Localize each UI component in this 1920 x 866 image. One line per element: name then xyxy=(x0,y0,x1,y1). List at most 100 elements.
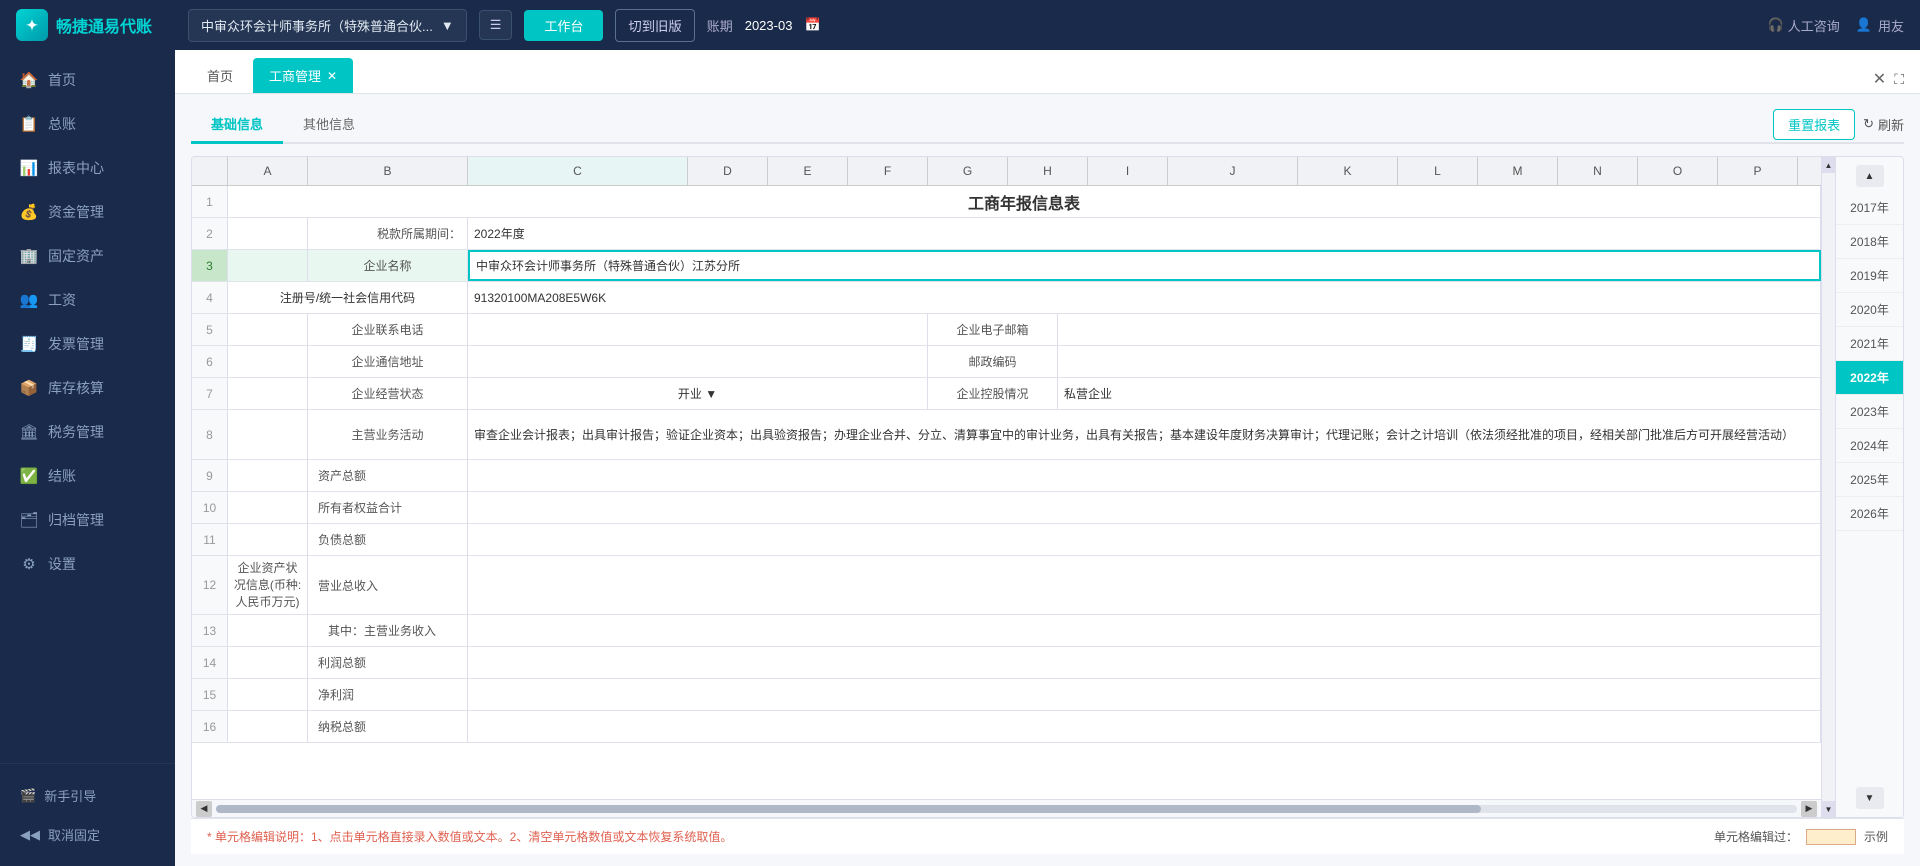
cell-7-k[interactable]: 私营企业 xyxy=(1058,378,1821,409)
col-header-m[interactable]: M xyxy=(1478,157,1558,185)
cell-16-c[interactable] xyxy=(468,711,1821,742)
cell-4-c[interactable]: 91320100MA208E5W6K xyxy=(468,282,1821,313)
sidebar-item-label: 固定资产 xyxy=(48,246,104,266)
cell-12-c[interactable] xyxy=(468,556,1821,614)
col-header-e[interactable]: E xyxy=(768,157,848,185)
year-item-2021[interactable]: 2021年 xyxy=(1836,327,1903,361)
col-header-n[interactable]: N xyxy=(1558,157,1638,185)
col-header-j[interactable]: J xyxy=(1168,157,1298,185)
h-scroll-thumb[interactable] xyxy=(216,805,1481,813)
cell-6-k[interactable] xyxy=(1058,346,1821,377)
user-info[interactable]: 👤 用友 xyxy=(1856,16,1904,35)
window-maximize-icon[interactable]: ⛶ xyxy=(1894,71,1904,88)
h-scroll-track[interactable] xyxy=(216,805,1797,813)
sidebar-item-close[interactable]: ✅ 结账 xyxy=(0,454,175,498)
row-num-5: 5 xyxy=(192,314,228,345)
col-header-a[interactable]: A xyxy=(228,157,308,185)
v-scroll-track[interactable] xyxy=(1822,173,1835,801)
col-header-q[interactable]: Q xyxy=(1798,157,1821,185)
sidebar-item-unpin[interactable]: ◀◀ 取消固定 xyxy=(0,815,175,854)
year-item-2025[interactable]: 2025年 xyxy=(1836,463,1903,497)
col-header-l[interactable]: L xyxy=(1398,157,1478,185)
company-selector[interactable]: 中审众环会计师事务所（特殊普通合伙... ▼ xyxy=(188,9,467,42)
h-scroll-right-button[interactable]: ▶ xyxy=(1801,801,1817,817)
sidebar-item-settings[interactable]: ⚙ 设置 xyxy=(0,542,175,586)
col-header-o[interactable]: O xyxy=(1638,157,1718,185)
sidebar-item-ledger[interactable]: 📋 总账 xyxy=(0,102,175,146)
tab-close-icon[interactable]: ✕ xyxy=(327,69,337,83)
col-header-g[interactable]: G xyxy=(928,157,1008,185)
h-scroll-left-button[interactable]: ◀ xyxy=(196,801,212,817)
cell-5-k[interactable] xyxy=(1058,314,1821,345)
headset-icon: 🎧 xyxy=(1768,17,1784,33)
year-item-2024[interactable]: 2024年 xyxy=(1836,429,1903,463)
cell-14-b: 利润总额 xyxy=(308,647,468,678)
support-button[interactable]: 🎧 人工咨询 xyxy=(1768,16,1840,35)
col-header-p[interactable]: P xyxy=(1718,157,1798,185)
year-panel-down-arrow[interactable]: ▼ xyxy=(1856,787,1884,809)
sidebar: 🏠 首页 📋 总账 📊 报表中心 💰 资金管理 🏢 固定资产 👥 工资 xyxy=(0,50,175,866)
table-row: 12 企业资产状况信息(币种: 人民币万元) 营业总收入 xyxy=(192,556,1821,615)
sub-tab-basic[interactable]: 基础信息 xyxy=(191,106,283,144)
unpin-icon: ◀◀ xyxy=(20,827,40,843)
col-header-b[interactable]: B xyxy=(308,157,468,185)
col-header-d[interactable]: D xyxy=(688,157,768,185)
sidebar-footer-label: 新手引导 xyxy=(44,786,96,805)
year-item-2017[interactable]: 2017年 xyxy=(1836,191,1903,225)
sidebar-item-fund[interactable]: 💰 资金管理 xyxy=(0,190,175,234)
sub-tab-other[interactable]: 其他信息 xyxy=(283,106,375,144)
table-body: 1 工商年报信息表 2 税款所属期间： 2022年度 xyxy=(192,186,1821,799)
user-label: 用友 xyxy=(1878,16,1904,35)
year-item-2020[interactable]: 2020年 xyxy=(1836,293,1903,327)
year-panel-up-arrow[interactable]: ▲ xyxy=(1856,165,1884,187)
cell-12-a: 企业资产状况信息(币种: 人民币万元) xyxy=(228,556,308,614)
year-item-2023[interactable]: 2023年 xyxy=(1836,395,1903,429)
reset-report-button[interactable]: 重置报表 xyxy=(1773,109,1855,140)
cell-10-c[interactable] xyxy=(468,492,1821,523)
col-header-i[interactable]: I xyxy=(1088,157,1168,185)
refresh-button[interactable]: ↻ 刷新 xyxy=(1863,109,1904,140)
sidebar-item-inventory[interactable]: 📦 库存核算 xyxy=(0,366,175,410)
col-header-k[interactable]: K xyxy=(1298,157,1398,185)
cell-6-c[interactable] xyxy=(468,346,928,377)
year-item-2019[interactable]: 2019年 xyxy=(1836,259,1903,293)
sidebar-item-home[interactable]: 🏠 首页 xyxy=(0,58,175,102)
col-header-f[interactable]: F xyxy=(848,157,928,185)
cell-7-c[interactable]: 开业 ▼ xyxy=(468,378,928,409)
tab-home[interactable]: 首页 xyxy=(191,58,249,93)
cell-8-b: 主营业务活动 xyxy=(308,410,468,459)
cell-14-c[interactable] xyxy=(468,647,1821,678)
v-scroll-down-button[interactable]: ▼ xyxy=(1822,801,1835,817)
cell-8-c[interactable]: 审查企业会计报表；出具审计报告；验证企业资本；出具验资报告；办理企业合并、分立、… xyxy=(468,410,1821,459)
year-item-2026[interactable]: 2026年 xyxy=(1836,497,1903,531)
col-header-h[interactable]: H xyxy=(1008,157,1088,185)
window-close-icon[interactable]: ✕ xyxy=(1873,69,1886,89)
calendar-icon[interactable]: 📅 xyxy=(804,17,820,33)
sidebar-item-report[interactable]: 📊 报表中心 xyxy=(0,146,175,190)
v-scroll-up-button[interactable]: ▲ xyxy=(1822,157,1835,173)
workbench-button[interactable]: 工作台 xyxy=(524,10,603,41)
sidebar-item-tax[interactable]: 🏛 税务管理 xyxy=(0,410,175,454)
tab-gsgly[interactable]: 工商管理 ✕ xyxy=(253,58,353,93)
sidebar-item-guide[interactable]: 🎬 新手引导 xyxy=(0,776,175,815)
cell-15-c[interactable] xyxy=(468,679,1821,710)
row-num-2: 2 xyxy=(192,218,228,249)
sidebar-item-archive[interactable]: 🗂 归档管理 xyxy=(0,498,175,542)
cell-13-c[interactable] xyxy=(468,615,1821,646)
cell-3-c[interactable]: 中审众环会计师事务所（特殊普通合伙）江苏分所 xyxy=(468,250,1821,281)
table-row: 16 纳税总额 xyxy=(192,711,1821,743)
logo-icon: ✦ xyxy=(16,9,48,41)
col-header-c[interactable]: C xyxy=(468,157,688,185)
cell-9-c[interactable] xyxy=(468,460,1821,491)
year-item-2018[interactable]: 2018年 xyxy=(1836,225,1903,259)
cell-2-c[interactable]: 2022年度 xyxy=(468,218,1821,249)
sidebar-item-invoice[interactable]: 🧾 发票管理 xyxy=(0,322,175,366)
cell-14-a xyxy=(228,647,308,678)
sidebar-item-salary[interactable]: 👥 工资 xyxy=(0,278,175,322)
year-item-2022[interactable]: 2022年 xyxy=(1836,361,1903,395)
company-menu-button[interactable]: ☰ xyxy=(479,10,513,40)
sidebar-item-asset[interactable]: 🏢 固定资产 xyxy=(0,234,175,278)
cell-11-c[interactable] xyxy=(468,524,1821,555)
cell-5-c[interactable] xyxy=(468,314,928,345)
old-version-button[interactable]: 切到旧版 xyxy=(615,9,694,42)
